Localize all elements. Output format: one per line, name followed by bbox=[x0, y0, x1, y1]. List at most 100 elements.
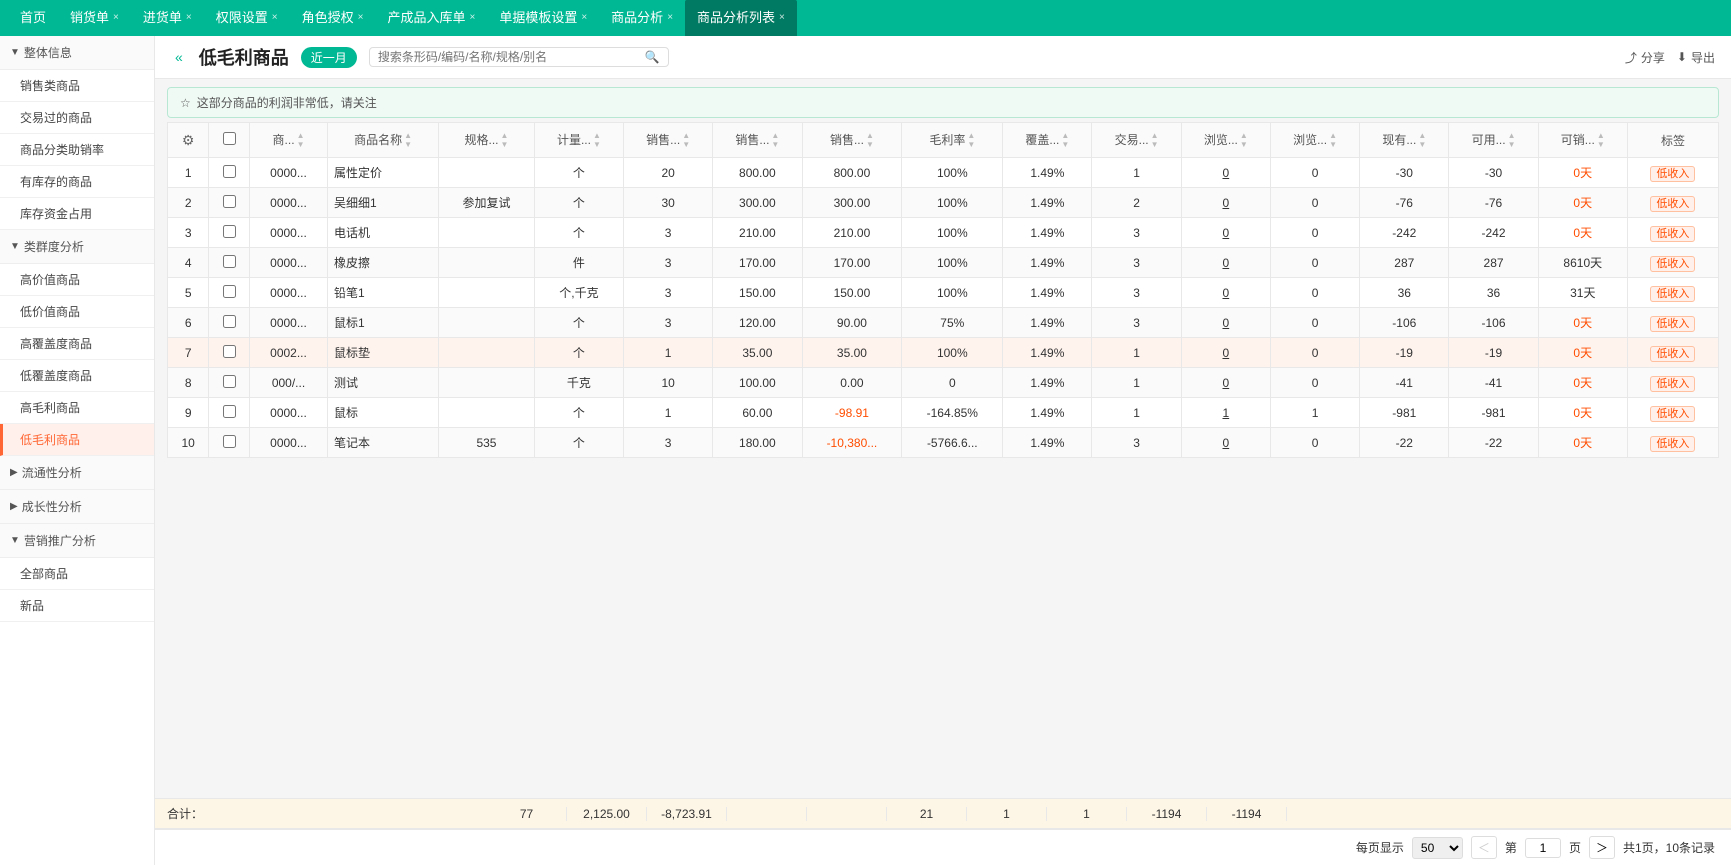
nav-permission-settings[interactable]: 权限设置 × bbox=[204, 0, 290, 36]
close-icon[interactable]: × bbox=[469, 0, 475, 36]
sidebar-group-growth[interactable]: ▶ 成长性分析 bbox=[0, 490, 154, 524]
row-checkbox[interactable] bbox=[209, 248, 250, 278]
row-browse1[interactable]: 0 bbox=[1181, 278, 1270, 308]
row-checkbox[interactable] bbox=[209, 428, 250, 458]
search-input[interactable] bbox=[378, 50, 645, 64]
nav-sales-order[interactable]: 销货单 × bbox=[58, 0, 131, 36]
close-icon[interactable]: × bbox=[581, 0, 587, 36]
row-browse1[interactable]: 0 bbox=[1181, 188, 1270, 218]
sidebar-item-high-value[interactable]: 高价值商品 bbox=[0, 264, 154, 296]
row-select-checkbox[interactable] bbox=[223, 435, 236, 448]
sidebar-item-traded-goods[interactable]: 交易过的商品 bbox=[0, 102, 154, 134]
sidebar-item-stocked-goods[interactable]: 有库存的商品 bbox=[0, 166, 154, 198]
row-browse1[interactable]: 0 bbox=[1181, 428, 1270, 458]
prev-page-button[interactable]: ＜ bbox=[1471, 836, 1497, 859]
row-checkbox[interactable] bbox=[209, 278, 250, 308]
notice-text: 这部分商品的利润非常低，请关注 bbox=[197, 94, 377, 111]
sort-icons[interactable]: ▲▼ bbox=[682, 132, 690, 149]
sidebar-group-cluster[interactable]: ▼ 类群度分析 bbox=[0, 230, 154, 264]
sort-icons[interactable]: ▲▼ bbox=[1240, 132, 1248, 149]
row-checkbox[interactable] bbox=[209, 368, 250, 398]
row-select-checkbox[interactable] bbox=[223, 315, 236, 328]
sort-icons[interactable]: ▲▼ bbox=[501, 132, 509, 149]
sidebar-group-overall[interactable]: ▼ 整体信息 bbox=[0, 36, 154, 70]
row-unit: 个 bbox=[534, 218, 623, 248]
sort-icons[interactable]: ▲▼ bbox=[1418, 132, 1426, 149]
sort-icons[interactable]: ▲▼ bbox=[771, 132, 779, 149]
gear-icon[interactable]: ⚙ bbox=[182, 132, 195, 148]
sidebar-item-category-sales-rate[interactable]: 商品分类助销率 bbox=[0, 134, 154, 166]
row-select-checkbox[interactable] bbox=[223, 375, 236, 388]
row-browse1[interactable]: 0 bbox=[1181, 218, 1270, 248]
export-button[interactable]: ⬇ 导出 bbox=[1677, 49, 1715, 66]
row-select-checkbox[interactable] bbox=[223, 255, 236, 268]
row-select-checkbox[interactable] bbox=[223, 165, 236, 178]
nav-template-settings[interactable]: 单据模板设置 × bbox=[487, 0, 599, 36]
sidebar-item-low-value[interactable]: 低价值商品 bbox=[0, 296, 154, 328]
row-checkbox[interactable] bbox=[209, 338, 250, 368]
sort-icons[interactable]: ▲▼ bbox=[297, 132, 305, 149]
row-code: 0002... bbox=[250, 338, 328, 368]
sort-icons[interactable]: ▲▼ bbox=[866, 132, 874, 149]
sort-icons[interactable]: ▲▼ bbox=[1061, 132, 1069, 149]
close-icon[interactable]: × bbox=[113, 0, 119, 36]
next-page-button[interactable]: ＞ bbox=[1589, 836, 1615, 859]
nav-product-analysis-list[interactable]: 商品分析列表 × bbox=[685, 0, 797, 36]
row-select-checkbox[interactable] bbox=[223, 195, 236, 208]
row-select-checkbox[interactable] bbox=[223, 285, 236, 298]
search-icon[interactable]: 🔍 bbox=[645, 50, 660, 64]
col-checkbox-header[interactable] bbox=[209, 123, 250, 158]
close-icon[interactable]: × bbox=[272, 0, 278, 36]
row-select-checkbox[interactable] bbox=[223, 405, 236, 418]
close-icon[interactable]: × bbox=[186, 0, 192, 36]
row-browse1[interactable]: 0 bbox=[1181, 308, 1270, 338]
nav-purchase-order[interactable]: 进货单 × bbox=[131, 0, 204, 36]
sidebar-group-marketing[interactable]: ▼ 营销推广分析 bbox=[0, 524, 154, 558]
row-select-checkbox[interactable] bbox=[223, 345, 236, 358]
sort-icons[interactable]: ▲▼ bbox=[404, 132, 412, 149]
nav-role-auth[interactable]: 角色授权 × bbox=[290, 0, 376, 36]
row-browse1[interactable]: 0 bbox=[1181, 158, 1270, 188]
sidebar-item-all-goods[interactable]: 全部商品 bbox=[0, 558, 154, 590]
sidebar-item-low-coverage[interactable]: 低覆盖度商品 bbox=[0, 360, 154, 392]
sort-icons[interactable]: ▲▼ bbox=[1597, 132, 1605, 149]
sidebar-item-sales-goods[interactable]: 销售类商品 bbox=[0, 70, 154, 102]
row-select-checkbox[interactable] bbox=[223, 225, 236, 238]
sidebar-item-low-margin[interactable]: 低毛利商品 bbox=[0, 424, 154, 456]
row-checkbox[interactable] bbox=[209, 188, 250, 218]
nav-finished-goods[interactable]: 产成品入库单 × bbox=[375, 0, 487, 36]
close-icon[interactable]: × bbox=[779, 0, 785, 36]
row-checkbox[interactable] bbox=[209, 398, 250, 428]
row-browse1[interactable]: 1 bbox=[1181, 398, 1270, 428]
nav-product-analysis[interactable]: 商品分析 × bbox=[599, 0, 685, 36]
sidebar-item-stock-capital[interactable]: 库存资金占用 bbox=[0, 198, 154, 230]
row-browse1[interactable]: 0 bbox=[1181, 248, 1270, 278]
page-number-input[interactable] bbox=[1525, 838, 1561, 858]
row-checkbox[interactable] bbox=[209, 218, 250, 248]
share-button[interactable]: ⤴ 分享 bbox=[1625, 49, 1665, 66]
sidebar-item-new-goods[interactable]: 新品 bbox=[0, 590, 154, 622]
row-cover-rate: 1.49% bbox=[1003, 308, 1092, 338]
period-button[interactable]: 近一月 bbox=[301, 47, 357, 68]
per-page-select[interactable]: 50 100 200 bbox=[1412, 837, 1463, 859]
sidebar: ▼ 整体信息 销售类商品 交易过的商品 商品分类助销率 有库存的商品 库存资金占… bbox=[0, 36, 155, 865]
nav-home[interactable]: 首页 bbox=[8, 0, 58, 36]
sort-icons[interactable]: ▲▼ bbox=[1151, 132, 1159, 149]
sidebar-item-high-coverage[interactable]: 高覆盖度商品 bbox=[0, 328, 154, 360]
sort-icons[interactable]: ▲▼ bbox=[1508, 132, 1516, 149]
sidebar-group-circulation[interactable]: ▶ 流通性分析 bbox=[0, 456, 154, 490]
col-gear[interactable]: ⚙ bbox=[168, 123, 209, 158]
sort-icons[interactable]: ▲▼ bbox=[1329, 132, 1337, 149]
select-all-checkbox[interactable] bbox=[223, 132, 236, 145]
sort-icons[interactable]: ▲▼ bbox=[593, 132, 601, 149]
row-browse2: 1 bbox=[1270, 398, 1359, 428]
sort-icons[interactable]: ▲▼ bbox=[967, 132, 975, 149]
sidebar-collapse-button[interactable]: « bbox=[171, 49, 187, 65]
sidebar-item-high-margin[interactable]: 高毛利商品 bbox=[0, 392, 154, 424]
row-checkbox[interactable] bbox=[209, 158, 250, 188]
close-icon[interactable]: × bbox=[667, 0, 673, 36]
row-browse1[interactable]: 0 bbox=[1181, 368, 1270, 398]
close-icon[interactable]: × bbox=[358, 0, 364, 36]
row-browse1[interactable]: 0 bbox=[1181, 338, 1270, 368]
row-checkbox[interactable] bbox=[209, 308, 250, 338]
